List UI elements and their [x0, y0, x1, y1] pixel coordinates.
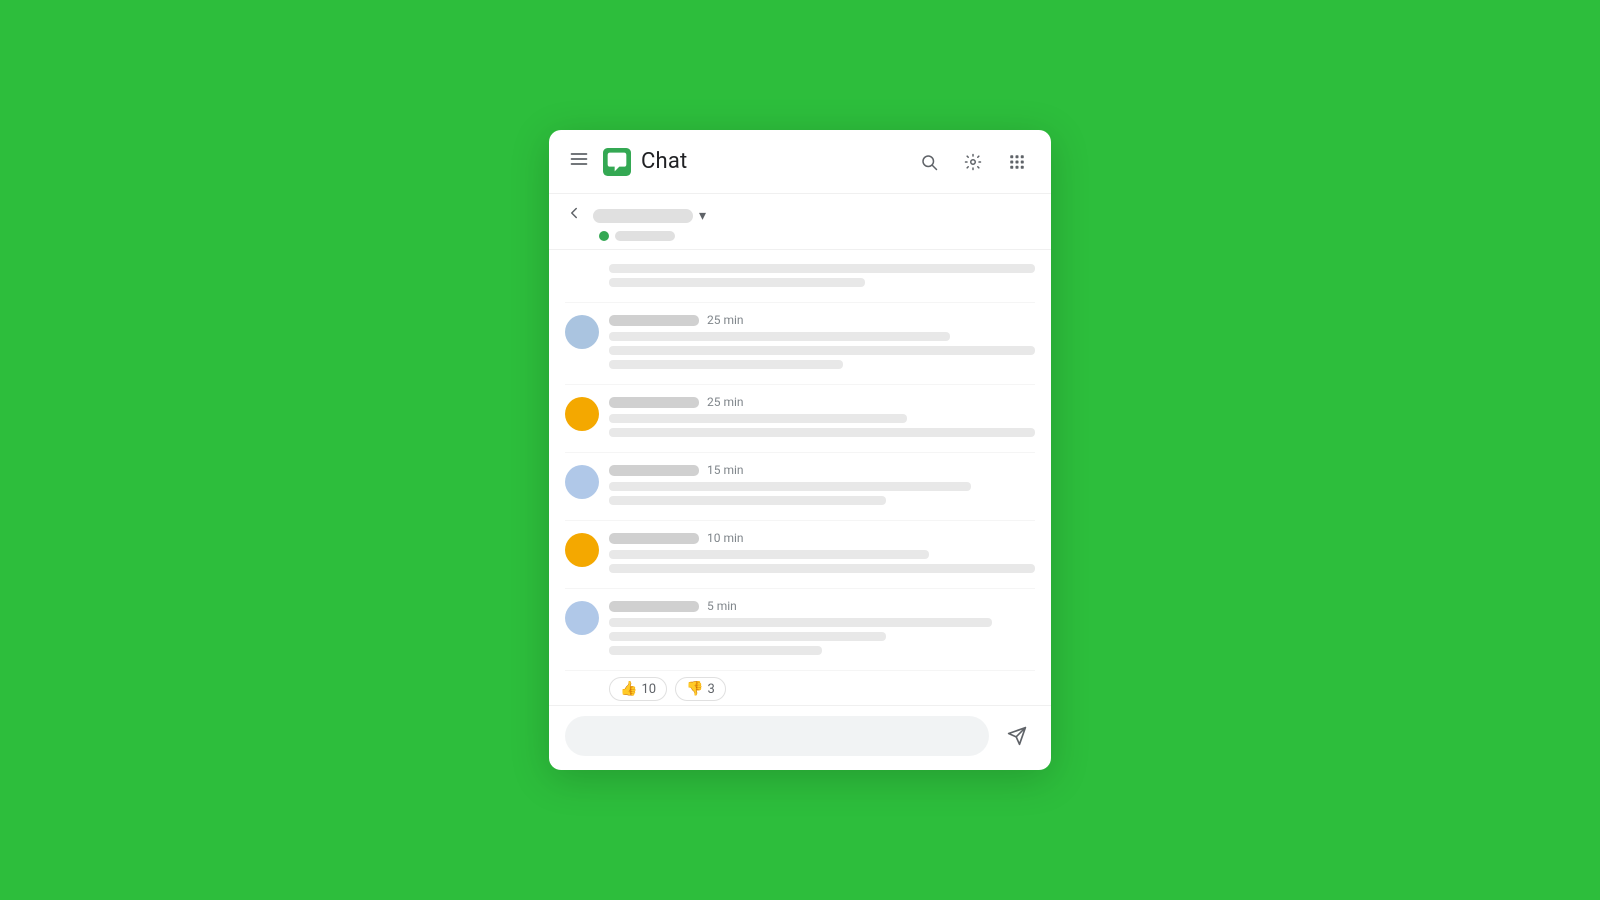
message-content: 15 min: [609, 463, 1035, 510]
subheader: ▾: [549, 194, 1051, 250]
sender-name-pill: [609, 315, 699, 326]
sender-name-pill: [609, 533, 699, 544]
status-row: [599, 231, 1035, 241]
avatar: [565, 315, 599, 349]
message-content: 10 min: [609, 531, 1035, 578]
sender-name-pill: [609, 465, 699, 476]
thumbs-up-count: 10: [641, 682, 656, 697]
message-time: 25 min: [707, 395, 744, 409]
header-icons: [911, 144, 1035, 180]
message-row: 5 min: [565, 589, 1035, 671]
message-line: [609, 278, 865, 287]
partial-message: [565, 258, 1035, 303]
settings-button[interactable]: [955, 144, 991, 180]
grid-button[interactable]: [999, 144, 1035, 180]
message-row: 15 min: [565, 453, 1035, 521]
message-line: [609, 264, 1035, 273]
thumbs-up-reaction[interactable]: 👍 10: [609, 677, 667, 701]
thumbs-up-emoji: 👍: [620, 681, 637, 697]
message-line: [609, 564, 1035, 573]
message-content: 5 min: [609, 599, 1035, 660]
message-meta: 25 min: [609, 395, 1035, 409]
thumbs-down-reaction[interactable]: 👎 3: [675, 677, 726, 701]
sender-name-pill: [609, 397, 699, 408]
message-line: [609, 360, 843, 369]
thumbs-down-count: 3: [708, 682, 715, 697]
message-time: 5 min: [707, 599, 737, 613]
app-window: Chat: [549, 130, 1051, 770]
message-meta: 15 min: [609, 463, 1035, 477]
header-left: Chat: [565, 148, 911, 176]
message-line: [609, 428, 1035, 437]
message-time: 10 min: [707, 531, 744, 545]
menu-icon[interactable]: [565, 149, 593, 174]
search-button[interactable]: [911, 144, 947, 180]
message-content: 25 min: [609, 395, 1035, 442]
avatar: [565, 533, 599, 567]
sender-name-pill: [609, 601, 699, 612]
reactions-row: 👍 10 👎 3: [565, 677, 1035, 701]
avatar: [565, 465, 599, 499]
message-line: [609, 414, 907, 423]
message-content: 25 min: [609, 313, 1035, 374]
message-line: [609, 618, 992, 627]
send-button[interactable]: [999, 718, 1035, 754]
online-status-dot: [599, 231, 609, 241]
message-meta: 25 min: [609, 313, 1035, 327]
input-area: [549, 705, 1051, 770]
message-line: [609, 496, 886, 505]
message-meta: 10 min: [609, 531, 1035, 545]
message-row: 25 min: [565, 303, 1035, 385]
message-meta: 5 min: [609, 599, 1035, 613]
message-line: [609, 550, 929, 559]
message-line: [609, 346, 1035, 355]
thumbs-down-emoji: 👎: [686, 681, 703, 697]
header: Chat: [549, 130, 1051, 194]
chat-logo-icon: [603, 148, 631, 176]
message-line: [609, 632, 886, 641]
message-input[interactable]: [565, 716, 989, 756]
message-line: [609, 332, 950, 341]
avatar: [565, 601, 599, 635]
messages-area[interactable]: 25 min 25 min: [549, 250, 1051, 705]
message-row: 25 min: [565, 385, 1035, 453]
dropdown-arrow-icon[interactable]: ▾: [699, 208, 706, 224]
message-row: 10 min: [565, 521, 1035, 589]
app-title: Chat: [641, 149, 687, 174]
message-time: 25 min: [707, 313, 744, 327]
message-line: [609, 646, 822, 655]
avatar: [565, 397, 599, 431]
conversation-name-pill: [593, 209, 693, 223]
conversation-header: ▾: [599, 204, 1035, 227]
message-time: 15 min: [707, 463, 744, 477]
status-text-pill: [615, 231, 675, 241]
back-button[interactable]: [565, 204, 583, 227]
message-line: [609, 482, 971, 491]
